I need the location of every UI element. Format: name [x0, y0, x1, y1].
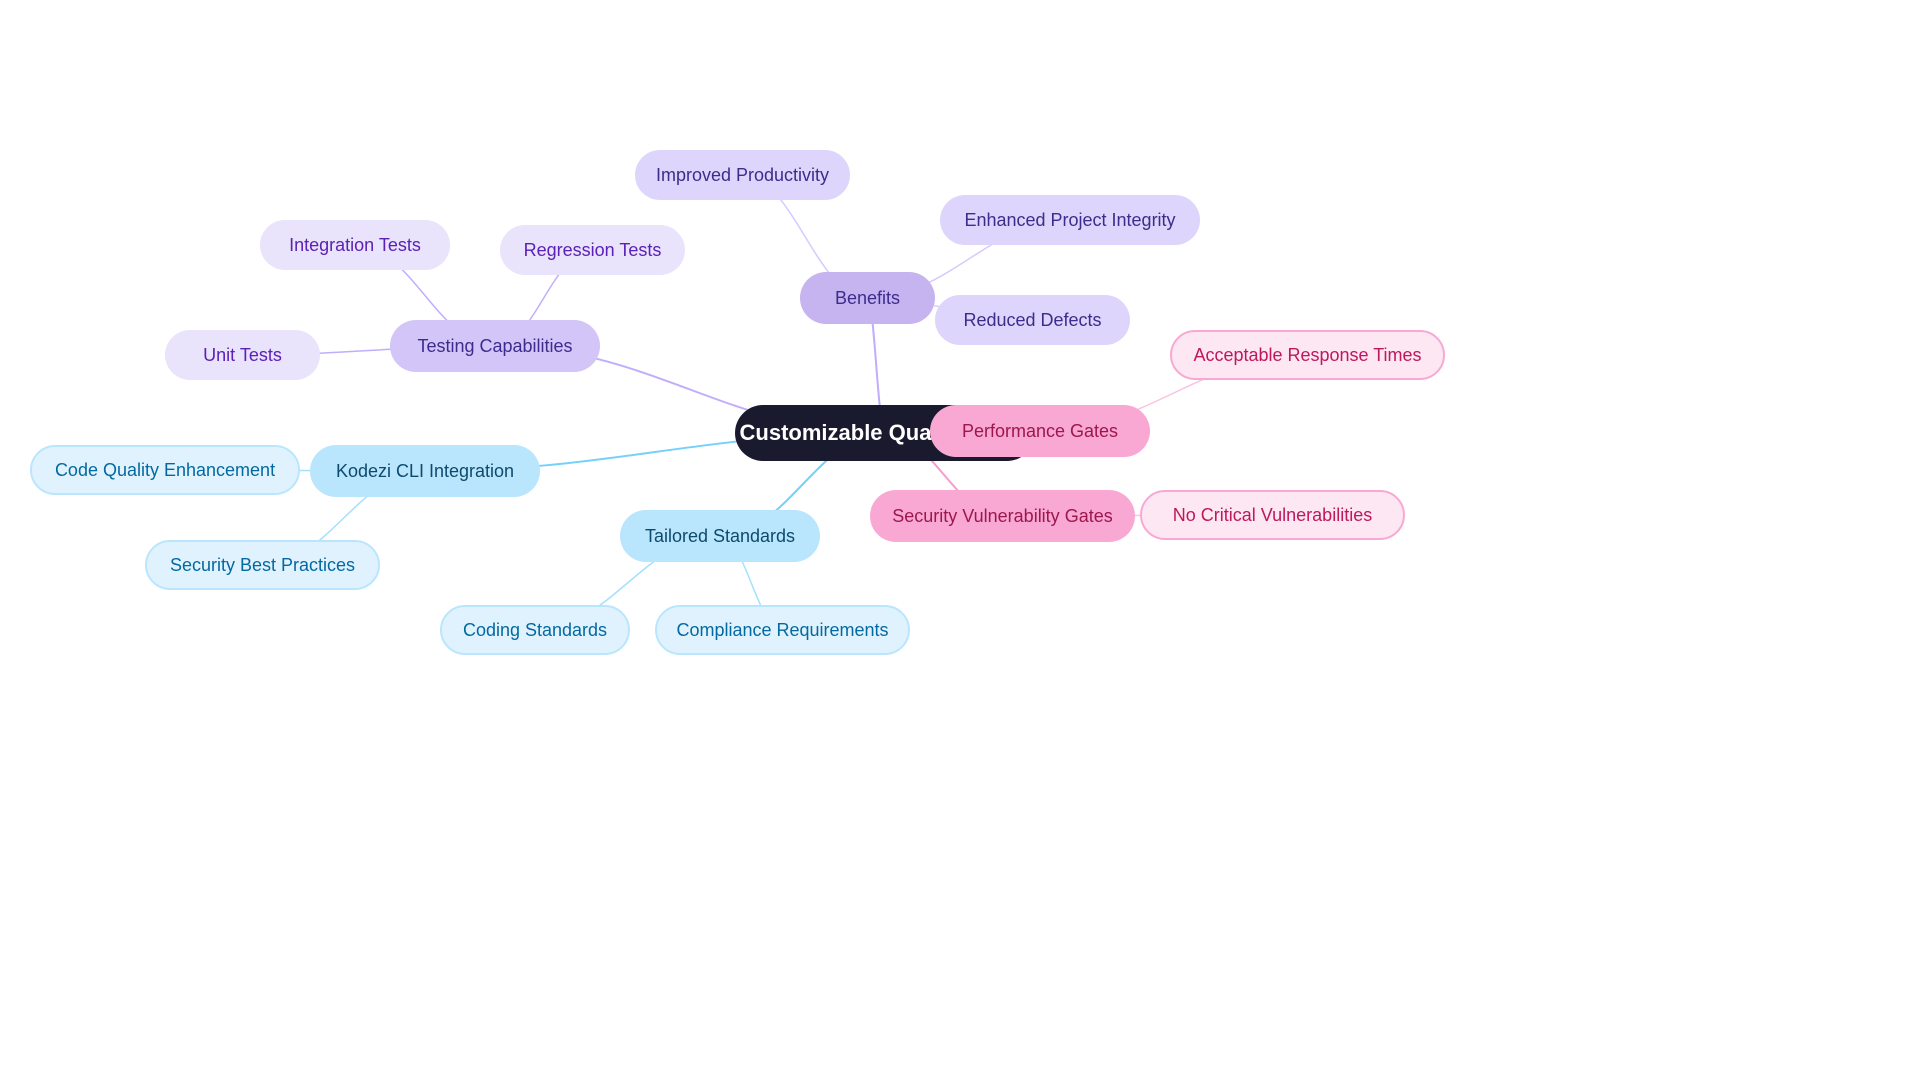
node-testing-capabilities: Testing Capabilities — [390, 320, 600, 372]
node-security-best-practices: Security Best Practices — [145, 540, 380, 590]
node-integration-tests: Integration Tests — [260, 220, 450, 270]
node-benefits: Benefits — [800, 272, 935, 324]
node-regression-tests: Regression Tests — [500, 225, 685, 275]
node-compliance-requirements: Compliance Requirements — [655, 605, 910, 655]
node-no-critical-vulnerabilities: No Critical Vulnerabilities — [1140, 490, 1405, 540]
node-improved-productivity: Improved Productivity — [635, 150, 850, 200]
node-reduced-defects: Reduced Defects — [935, 295, 1130, 345]
node-performance-gates: Performance Gates — [930, 405, 1150, 457]
node-code-quality-enhancement: Code Quality Enhancement — [30, 445, 300, 495]
node-security-vulnerability-gates: Security Vulnerability Gates — [870, 490, 1135, 542]
node-enhanced-project-integrity: Enhanced Project Integrity — [940, 195, 1200, 245]
node-kodezi-cli-integration: Kodezi CLI Integration — [310, 445, 540, 497]
node-unit-tests: Unit Tests — [165, 330, 320, 380]
node-coding-standards: Coding Standards — [440, 605, 630, 655]
mindmap-container: Customizable Quality Gates Testing Capab… — [0, 0, 1920, 1083]
node-acceptable-response-times: Acceptable Response Times — [1170, 330, 1445, 380]
node-tailored-standards: Tailored Standards — [620, 510, 820, 562]
